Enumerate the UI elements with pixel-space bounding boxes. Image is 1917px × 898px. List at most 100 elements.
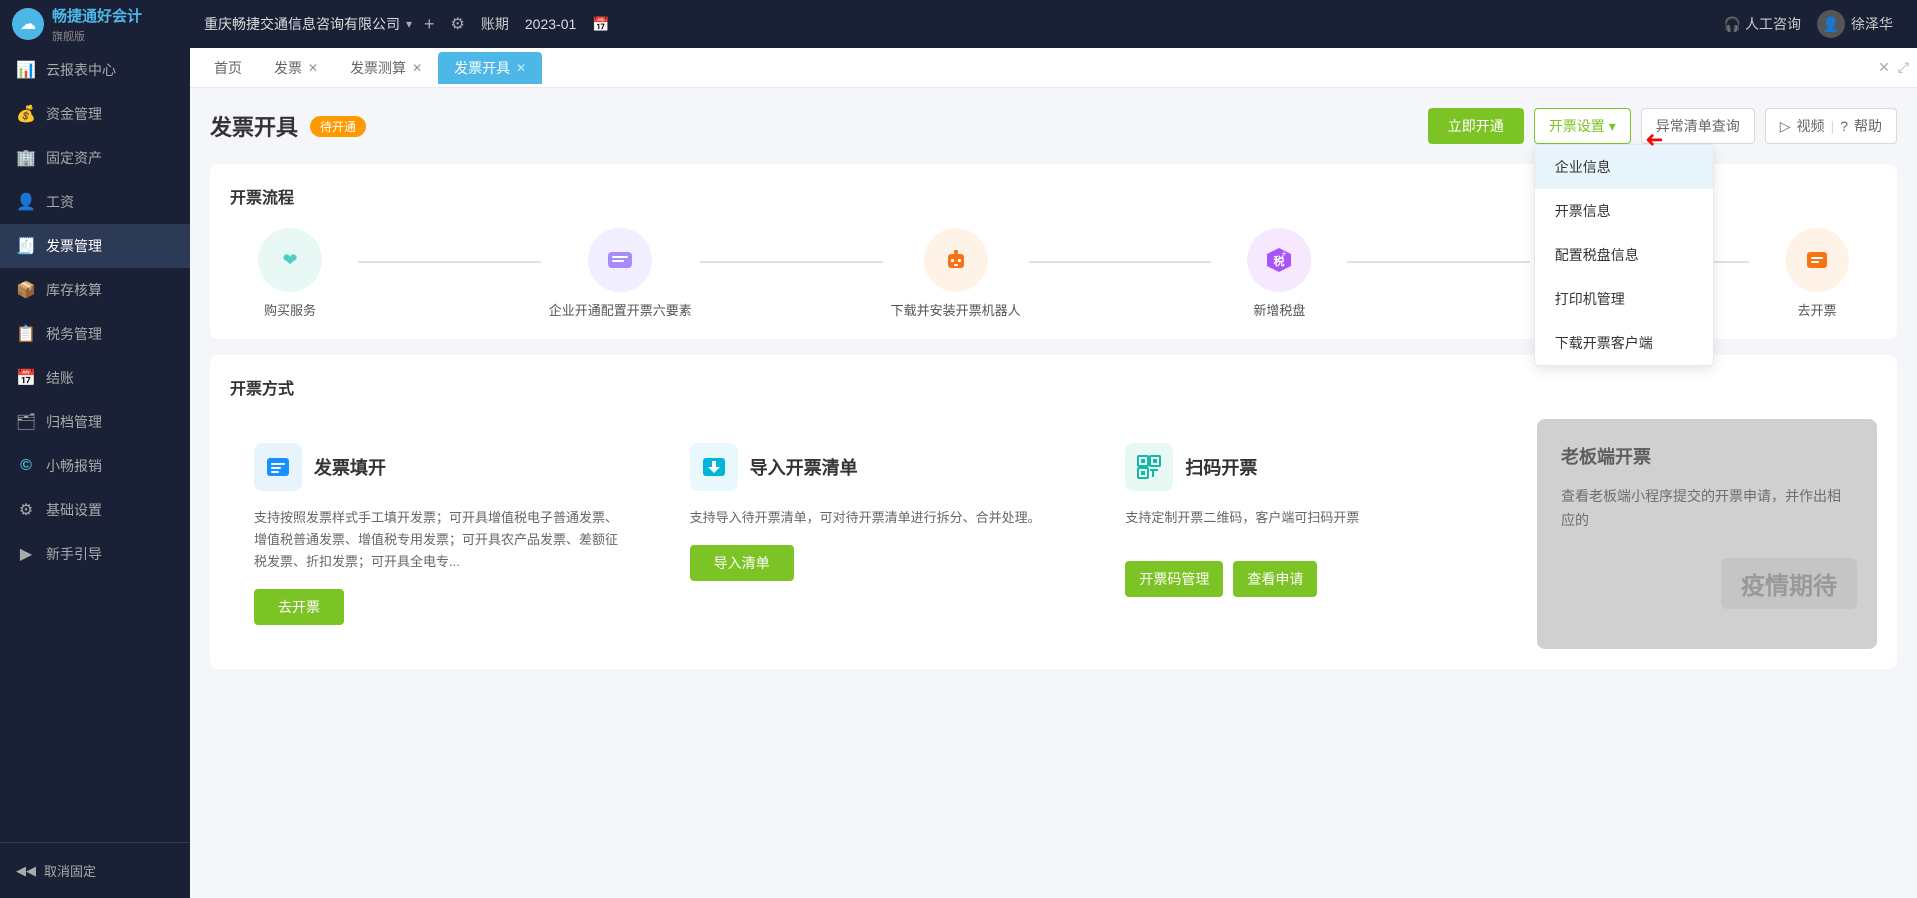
period-label: 账期 (481, 14, 509, 34)
video-icon: ▷ (1780, 118, 1791, 135)
sidebar: 📊 云报表中心 💰 资金管理 🏢 固定资产 👤 工资 🧾 发票管理 📦 库存核算… (0, 48, 190, 898)
dropdown-item-printer[interactable]: 打印机管理 (1535, 277, 1713, 321)
tab-fapiaocesu-label: 发票测算 (350, 58, 406, 78)
process-step-robot: 下载并安装开票机器人 (891, 228, 1021, 319)
config-icon (588, 228, 652, 292)
sidebar-item-jiezhang[interactable]: 📅 结账 (0, 356, 190, 400)
sidebar-item-xinshouyindao[interactable]: ▶ 新手引导 (0, 532, 190, 576)
right-actions: 🎧 人工咨询 👤 徐泽华 (1724, 10, 1893, 38)
sidebar-label-xinshouyindao: 新手引导 (46, 544, 102, 564)
maximize-icon[interactable]: ⤢ (1898, 59, 1909, 76)
consult-button[interactable]: 🎧 人工咨询 (1724, 14, 1801, 34)
settings-dropdown-menu: ➜ 企业信息 开票信息 配置税盘信息 打印机管理 下载开票客户端 (1534, 144, 1714, 366)
header-actions: 立即开通 开票设置 ▾ ➜ 企业信息 开票信息 配置税盘信息 打印机管理 下载开… (1428, 108, 1897, 144)
settings-icon[interactable]: ⚙ (451, 14, 465, 34)
tab-fapiao-close[interactable]: ✕ (308, 61, 318, 75)
boss-pending-overlay: 疫情期待 (1721, 558, 1857, 609)
help-icon: ? (1840, 118, 1848, 134)
settings-button[interactable]: 开票设置 ▾ (1534, 108, 1631, 144)
methods-title: 开票方式 (230, 375, 1877, 399)
user-area[interactable]: 👤 徐泽华 (1817, 10, 1893, 38)
sidebar-label-zijin: 资金管理 (46, 104, 102, 124)
gongzi-icon: 👤 (16, 192, 36, 212)
import-list-button[interactable]: 导入清单 (690, 545, 794, 581)
sidebar-label-jiezhang: 结账 (46, 368, 74, 388)
sidebar-label-guding: 固定资产 (46, 148, 102, 168)
divider: | (1831, 118, 1835, 134)
methods-grid: 发票填开 支持按照发票样式手工填开发票；可开具增值税电子普通发票、增值税普通发票… (230, 419, 1877, 649)
add-icon[interactable]: + (424, 14, 435, 35)
settings-dropdown-container: 开票设置 ▾ ➜ 企业信息 开票信息 配置税盘信息 打印机管理 下载开票客户端 (1534, 108, 1631, 144)
calendar-icon[interactable]: 📅 (592, 16, 609, 33)
fill-invoice-button[interactable]: 去开票 (254, 589, 344, 625)
main-content: 发票开具 待开通 立即开通 开票设置 ▾ ➜ 企业信息 开票信息 配置税盘信息 (190, 88, 1917, 898)
sidebar-scroll: 📊 云报表中心 💰 资金管理 🏢 固定资产 👤 工资 🧾 发票管理 📦 库存核算… (0, 48, 190, 842)
boss-title: 老板端开票 (1561, 443, 1651, 469)
avatar: 👤 (1817, 10, 1845, 38)
tab-fapiaocesu-close[interactable]: ✕ (412, 61, 422, 75)
config-label: 企业开通配置开票六要素 (549, 300, 692, 319)
top-bar: ☁ 畅捷通好会计 旗舰版 重庆畅捷交通信息咨询有限公司 ▾ + ⚙ 账期 202… (0, 0, 1917, 48)
scan-view-button[interactable]: 查看申请 (1233, 561, 1317, 597)
fill-title: 发票填开 (314, 454, 386, 480)
sidebar-label-guidang: 归档管理 (46, 412, 102, 432)
method-scan-header: 扫码开票 (1125, 443, 1497, 491)
sidebar-item-jichushezhi[interactable]: ⚙ 基础设置 (0, 488, 190, 532)
dropdown-item-enterprise[interactable]: 企业信息 (1535, 145, 1713, 189)
sidebar-label-gongzi: 工资 (46, 192, 74, 212)
settings-dropdown-arrow: ▾ (1609, 118, 1616, 135)
tab-home-label: 首页 (214, 58, 242, 78)
sidebar-item-fapiao[interactable]: 🧾 发票管理 (0, 224, 190, 268)
username: 徐泽华 (1851, 14, 1893, 34)
close-all-icon[interactable]: ✕ (1878, 59, 1890, 76)
connector-2 (700, 261, 883, 263)
sidebar-item-gongzi[interactable]: 👤 工资 (0, 180, 190, 224)
sidebar-item-zijin[interactable]: 💰 资金管理 (0, 92, 190, 136)
page-title: 发票开具 (210, 110, 298, 142)
app-badge: 旗舰版 (52, 28, 142, 44)
fapiao-icon: 🧾 (16, 236, 36, 256)
company-selector[interactable]: 重庆畅捷交通信息咨询有限公司 ▾ (204, 14, 412, 34)
process-step-taxdisk: 税+ 新增税盘 (1219, 228, 1339, 319)
dropdown-item-download-client[interactable]: 下载开票客户端 (1535, 321, 1713, 365)
invoice-icon (1785, 228, 1849, 292)
video-label: 视频 (1797, 116, 1825, 136)
guidang-icon: 🗂 (16, 412, 36, 432)
robot-label: 下载并安装开票机器人 (891, 300, 1021, 319)
sidebar-item-yunbao[interactable]: 📊 云报表中心 (0, 48, 190, 92)
robot-icon (924, 228, 988, 292)
sidebar-item-shuiwu[interactable]: 📋 税务管理 (0, 312, 190, 356)
tab-fapiaocesu[interactable]: 发票测算 ✕ (334, 52, 438, 84)
import-title: 导入开票清单 (750, 454, 858, 480)
sidebar-item-guidang[interactable]: 🗂 归档管理 (0, 400, 190, 444)
video-button[interactable]: ▷ 视频 | ? 帮助 (1765, 108, 1897, 144)
dropdown-item-tax-disk[interactable]: 配置税盘信息 (1535, 233, 1713, 277)
tab-fapiaokaiqu-close[interactable]: ✕ (516, 61, 526, 75)
connector-4 (1347, 261, 1530, 263)
sidebar-item-xiaochang[interactable]: © 小畅报销 (0, 444, 190, 488)
page-header: 发票开具 待开通 立即开通 开票设置 ▾ ➜ 企业信息 开票信息 配置税盘信息 (210, 108, 1897, 144)
cancel-fixed-button[interactable]: ◀◀ 取消固定 (0, 851, 190, 890)
yunbao-icon: 📊 (16, 60, 36, 80)
activate-button[interactable]: 立即开通 (1428, 108, 1524, 144)
tab-bar: 首页 发票 ✕ 发票测算 ✕ 发票开具 ✕ ✕ ⤢ (190, 48, 1917, 88)
sidebar-label-kucun: 库存核算 (46, 280, 102, 300)
sidebar-label-xiaochang: 小畅报销 (46, 456, 102, 476)
tab-home[interactable]: 首页 (198, 52, 258, 84)
tab-close-all: ✕ ⤢ (1878, 59, 1909, 76)
connector-1 (358, 261, 541, 263)
scan-qr-button[interactable]: 开票码管理 (1125, 561, 1223, 597)
sidebar-item-gudingzichan[interactable]: 🏢 固定资产 (0, 136, 190, 180)
guding-icon: 🏢 (16, 148, 36, 168)
jiezhang-icon: 📅 (16, 368, 36, 388)
sidebar-item-kucun[interactable]: 📦 库存核算 (0, 268, 190, 312)
dropdown-item-invoice-info[interactable]: 开票信息 (1535, 189, 1713, 233)
scan-desc: 支持定制开票二维码，客户端可扫码开票 (1125, 507, 1497, 529)
topbar-actions: + ⚙ 账期 2023-01 📅 (424, 14, 610, 35)
tab-fapiao[interactable]: 发票 ✕ (258, 52, 334, 84)
tab-fapiaokaiqu[interactable]: 发票开具 ✕ (438, 52, 542, 84)
xiaochang-icon: © (16, 456, 36, 476)
import-desc: 支持导入待开票清单，可对待开票清单进行拆分、合并处理。 (690, 507, 1062, 529)
tab-fapiaokaiqu-label: 发票开具 (454, 58, 510, 78)
svg-text:❤: ❤ (282, 250, 297, 270)
